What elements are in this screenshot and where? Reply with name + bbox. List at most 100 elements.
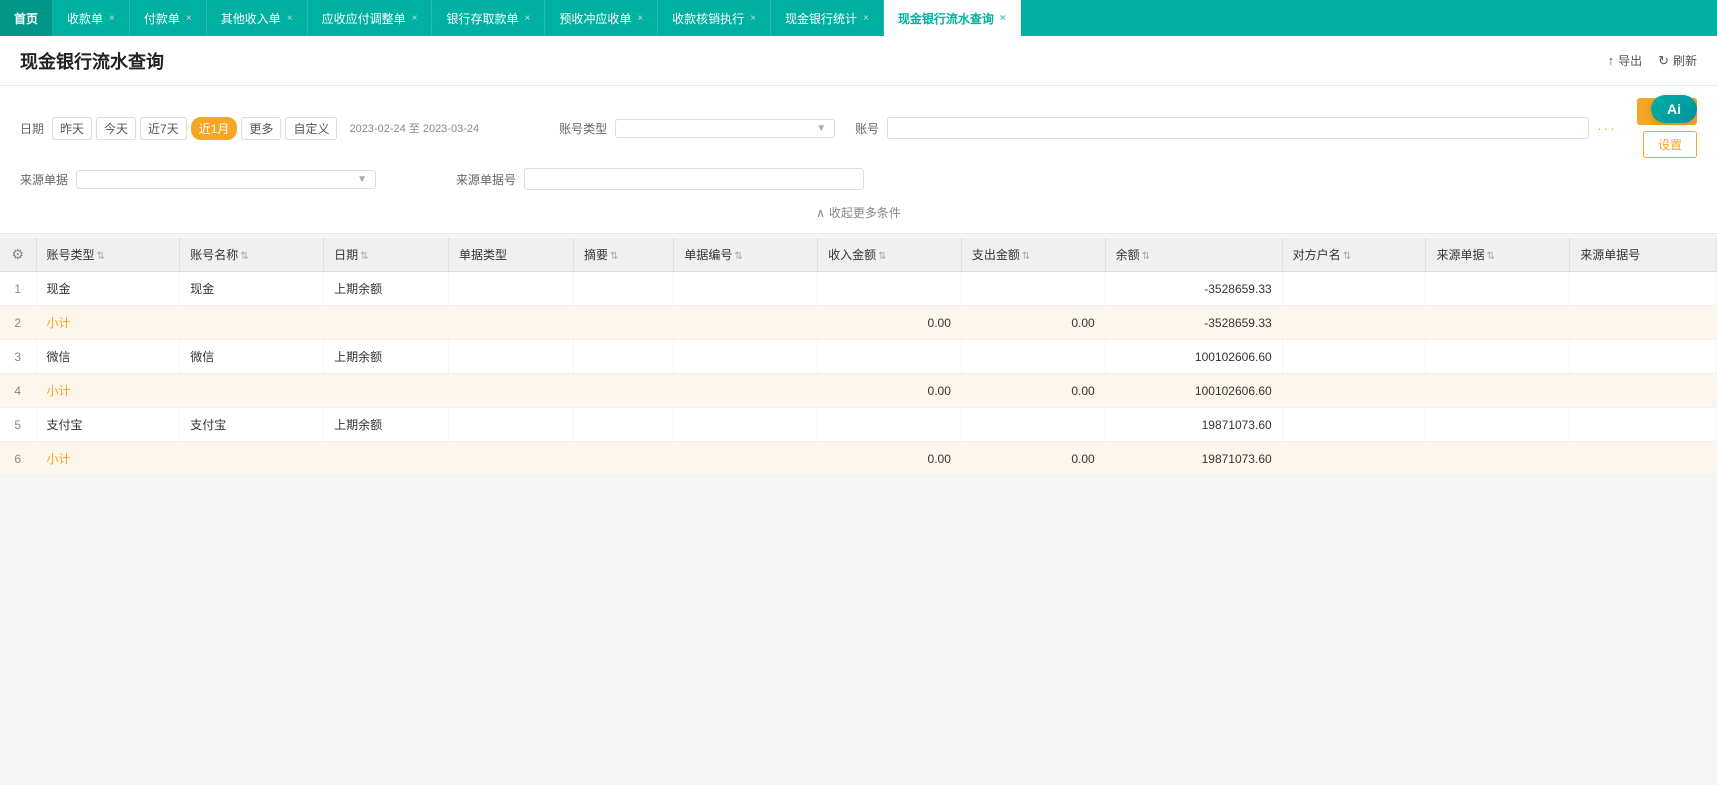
cell-account-name xyxy=(180,442,324,476)
cell-expense xyxy=(961,272,1105,306)
cell-balance: 100102606.60 xyxy=(1105,374,1282,408)
nav-tab-close[interactable]: × xyxy=(637,13,643,24)
account-no-more-btn[interactable]: ··· xyxy=(1597,120,1617,136)
col-source-doc[interactable]: 来源单据⇅ xyxy=(1426,238,1570,272)
source-doc-dropdown-icon: ▼ xyxy=(357,174,367,185)
cell-doc-type xyxy=(449,442,574,476)
col-summary[interactable]: 摘要⇅ xyxy=(574,238,674,272)
sort-icon: ⇅ xyxy=(1022,251,1030,262)
col-doc-no[interactable]: 单据编号⇅ xyxy=(674,238,818,272)
cell-source-doc-no xyxy=(1570,442,1717,476)
date-btn-1month[interactable]: 近1月 xyxy=(191,117,238,140)
cell-account-name: 微信 xyxy=(180,340,324,374)
source-doc-no-input[interactable] xyxy=(524,168,864,190)
nav-tab-yushouchen[interactable]: 预收冲应收单 × xyxy=(545,0,658,36)
cell-source-doc xyxy=(1426,374,1570,408)
table-container: ⚙ 账号类型⇅ 账号名称⇅ 日期⇅ 单据类型 摘要⇅ 单据编号⇅ 收入金额⇅ 支… xyxy=(0,238,1717,476)
cell-summary xyxy=(574,272,674,306)
col-counterpart[interactable]: 对方户名⇅ xyxy=(1282,238,1426,272)
nav-tab-close[interactable]: × xyxy=(524,13,530,24)
nav-tab-close[interactable]: × xyxy=(186,13,192,24)
col-date[interactable]: 日期⇅ xyxy=(324,238,449,272)
nav-tab-close[interactable]: × xyxy=(750,13,756,24)
nav-tab-yinhangcunqu[interactable]: 银行存取款单 × xyxy=(432,0,545,36)
nav-tab-close[interactable]: × xyxy=(863,13,869,24)
date-range-display: 2023-02-24 至 2023-03-24 xyxy=(349,120,479,136)
nav-tab-label: 预收冲应收单 xyxy=(559,10,631,27)
cell-summary xyxy=(574,374,674,408)
col-income[interactable]: 收入金额⇅ xyxy=(818,238,962,272)
cell-no: 2 xyxy=(0,306,36,340)
nav-tab-shoukuandan[interactable]: 收款单 × xyxy=(53,0,130,36)
source-doc-select[interactable]: ▼ xyxy=(76,170,376,189)
nav-tab-shoukuanzhixing[interactable]: 收款核销执行 × xyxy=(658,0,771,36)
col-income-label: 收入金额 xyxy=(828,248,876,262)
nav-tab-liushuichaxun[interactable]: 现金银行流水查询 × xyxy=(884,0,1021,36)
cell-income: 0.00 xyxy=(818,306,962,340)
col-balance[interactable]: 余额⇅ xyxy=(1105,238,1282,272)
date-btn-7days[interactable]: 近7天 xyxy=(140,117,187,140)
date-btn-custom[interactable]: 自定义 xyxy=(285,117,337,140)
nav-tab-label: 其他收入单 xyxy=(221,10,281,27)
nav-tab-close[interactable]: × xyxy=(109,13,115,24)
sort-icon: ⇅ xyxy=(97,251,105,262)
nav-tab-xianjinyinhang[interactable]: 现金银行统计 × xyxy=(771,0,884,36)
cell-source-doc-no xyxy=(1570,374,1717,408)
nav-home[interactable]: 首页 xyxy=(0,0,53,36)
source-doc-label: 来源单据 xyxy=(20,171,68,188)
ai-button[interactable]: Ai xyxy=(1651,95,1697,123)
nav-tab-label: 付款单 xyxy=(144,10,180,27)
cell-doc-no xyxy=(674,306,818,340)
nav-tab-qitashouru[interactable]: 其他收入单 × xyxy=(207,0,308,36)
cell-source-doc xyxy=(1426,442,1570,476)
cell-date: 上期余额 xyxy=(324,272,449,306)
col-account-name[interactable]: 账号名称⇅ xyxy=(180,238,324,272)
nav-tab-label: 收款核销执行 xyxy=(672,10,744,27)
account-no-filter-group: 账号 ··· xyxy=(855,117,1617,139)
collapse-row[interactable]: ∧ 收起更多条件 xyxy=(20,200,1697,225)
date-filter-group: 日期 昨天 今天 近7天 近1月 更多 自定义 2023-02-24 至 202… xyxy=(20,117,479,140)
cell-account-name xyxy=(180,306,324,340)
nav-tab-yingshoutiaozheng[interactable]: 应收应付调整单 × xyxy=(308,0,433,36)
nav-tab-fukuandan[interactable]: 付款单 × xyxy=(130,0,207,36)
col-expense-label: 支出金额 xyxy=(972,248,1020,262)
collapse-up-icon: ∧ xyxy=(816,206,825,220)
table-header-row: ⚙ 账号类型⇅ 账号名称⇅ 日期⇅ 单据类型 摘要⇅ 单据编号⇅ 收入金额⇅ 支… xyxy=(0,238,1717,272)
cell-balance: 100102606.60 xyxy=(1105,340,1282,374)
export-btn[interactable]: ↑ 导出 xyxy=(1608,52,1643,69)
cell-summary xyxy=(574,340,674,374)
header-actions: ↑ 导出 ↻ 刷新 xyxy=(1608,52,1697,69)
col-source-doc-label: 来源单据 xyxy=(1436,248,1484,262)
cell-doc-no xyxy=(674,272,818,306)
account-no-input[interactable] xyxy=(887,117,1589,139)
col-expense[interactable]: 支出金额⇅ xyxy=(961,238,1105,272)
account-type-select[interactable]: ▼ xyxy=(615,119,835,138)
col-balance-label: 余额 xyxy=(1116,248,1140,262)
nav-tab-close[interactable]: × xyxy=(1000,13,1006,24)
nav-tab-close[interactable]: × xyxy=(287,13,293,24)
source-doc-filter-group: 来源单据 ▼ xyxy=(20,170,376,189)
date-btn-more[interactable]: 更多 xyxy=(241,117,281,140)
date-btn-yesterday[interactable]: 昨天 xyxy=(52,117,92,140)
col-summary-label: 摘要 xyxy=(584,248,608,262)
sort-icon: ⇅ xyxy=(240,251,248,262)
export-icon: ↑ xyxy=(1608,53,1615,68)
account-no-group: ··· xyxy=(887,117,1617,139)
cell-expense xyxy=(961,340,1105,374)
col-account-type[interactable]: 账号类型⇅ xyxy=(36,238,180,272)
cell-account-type: 小计 xyxy=(36,442,180,476)
cell-income xyxy=(818,272,962,306)
col-settings[interactable]: ⚙ xyxy=(0,238,36,272)
cell-no: 3 xyxy=(0,340,36,374)
nav-tab-close[interactable]: × xyxy=(412,13,418,24)
cell-account-name: 现金 xyxy=(180,272,324,306)
sort-icon: ⇅ xyxy=(1343,251,1351,262)
table-body: 1现金现金上期余额-3528659.332小计0.000.00-3528659.… xyxy=(0,272,1717,476)
refresh-label: 刷新 xyxy=(1673,52,1697,69)
settings-button[interactable]: 设置 xyxy=(1643,131,1697,158)
col-source-doc-no[interactable]: 来源单据号 xyxy=(1570,238,1717,272)
col-doc-type[interactable]: 单据类型 xyxy=(449,238,574,272)
cell-doc-no xyxy=(674,442,818,476)
date-btn-today[interactable]: 今天 xyxy=(96,117,136,140)
refresh-btn[interactable]: ↻ 刷新 xyxy=(1658,52,1697,69)
